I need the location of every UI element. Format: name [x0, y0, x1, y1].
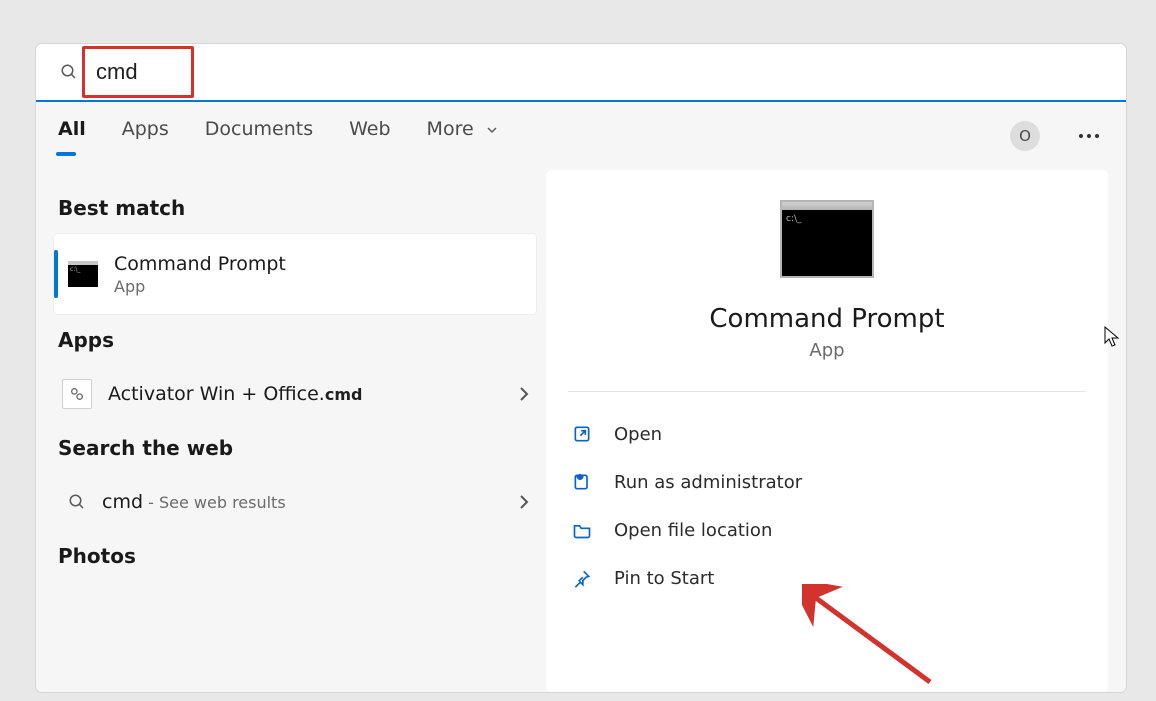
section-apps: Apps: [58, 328, 536, 352]
command-prompt-icon: [68, 261, 98, 287]
result-text: cmd - See web results: [102, 491, 286, 513]
gear-icon: [62, 379, 92, 409]
action-label: Run as administrator: [614, 472, 802, 493]
results-left-column: Best match Command Prompt App Apps Activ…: [36, 170, 546, 692]
tab-more[interactable]: More: [425, 110, 500, 162]
search-icon: [60, 63, 78, 81]
filter-tabs: All Apps Documents Web More O: [36, 102, 1126, 170]
tab-all[interactable]: All: [56, 110, 88, 162]
details-subtitle: App: [809, 340, 844, 361]
divider: [568, 391, 1086, 392]
action-open-file-location[interactable]: Open file location: [568, 506, 1086, 554]
folder-icon: [572, 520, 592, 540]
section-best-match: Best match: [58, 196, 536, 220]
open-icon: [572, 424, 592, 444]
shield-icon: [572, 472, 592, 492]
tab-more-label: More: [427, 118, 474, 140]
more-options-button[interactable]: [1072, 119, 1106, 153]
command-prompt-icon: [780, 200, 874, 278]
action-pin-to-start[interactable]: Pin to Start: [568, 554, 1086, 602]
action-run-as-administrator[interactable]: Run as administrator: [568, 458, 1086, 506]
avatar[interactable]: O: [1010, 121, 1040, 151]
details-title: Command Prompt: [709, 304, 944, 334]
result-subtitle: App: [114, 277, 286, 296]
ellipsis-icon: [1078, 133, 1100, 139]
results-body: Best match Command Prompt App Apps Activ…: [36, 170, 1126, 692]
tab-web[interactable]: Web: [347, 110, 392, 162]
chevron-right-icon: [518, 493, 530, 511]
action-list: Open Run as administrator Open file loca…: [568, 410, 1086, 602]
action-label: Open: [614, 424, 662, 445]
result-title: Command Prompt: [114, 253, 286, 275]
action-label: Open file location: [614, 520, 772, 541]
result-title-prefix: Activator Win + Office.: [108, 383, 325, 405]
start-search-panel: All Apps Documents Web More O Best match…: [36, 44, 1126, 692]
action-label: Pin to Start: [614, 568, 714, 589]
web-suffix: - See web results: [143, 493, 286, 512]
search-bar: [36, 44, 1126, 102]
search-input[interactable]: [96, 59, 396, 85]
pin-icon: [572, 568, 592, 588]
section-photos: Photos: [58, 544, 536, 568]
result-title-match: cmd: [325, 385, 363, 404]
selection-indicator: [54, 250, 58, 298]
result-command-prompt[interactable]: Command Prompt App: [54, 234, 536, 314]
web-query: cmd: [102, 491, 143, 513]
result-activator[interactable]: Activator Win + Office.cmd: [54, 366, 536, 422]
chevron-down-icon: [486, 124, 498, 136]
tab-documents[interactable]: Documents: [203, 110, 315, 162]
section-web: Search the web: [58, 436, 536, 460]
result-text: Activator Win + Office.cmd: [108, 383, 362, 405]
result-text: Command Prompt App: [114, 253, 286, 296]
details-pane: Command Prompt App Open Run as administr…: [546, 170, 1108, 692]
action-open[interactable]: Open: [568, 410, 1086, 458]
result-web-cmd[interactable]: cmd - See web results: [54, 474, 536, 530]
tab-apps[interactable]: Apps: [120, 110, 171, 162]
search-icon: [68, 493, 86, 511]
chevron-right-icon: [518, 385, 530, 403]
